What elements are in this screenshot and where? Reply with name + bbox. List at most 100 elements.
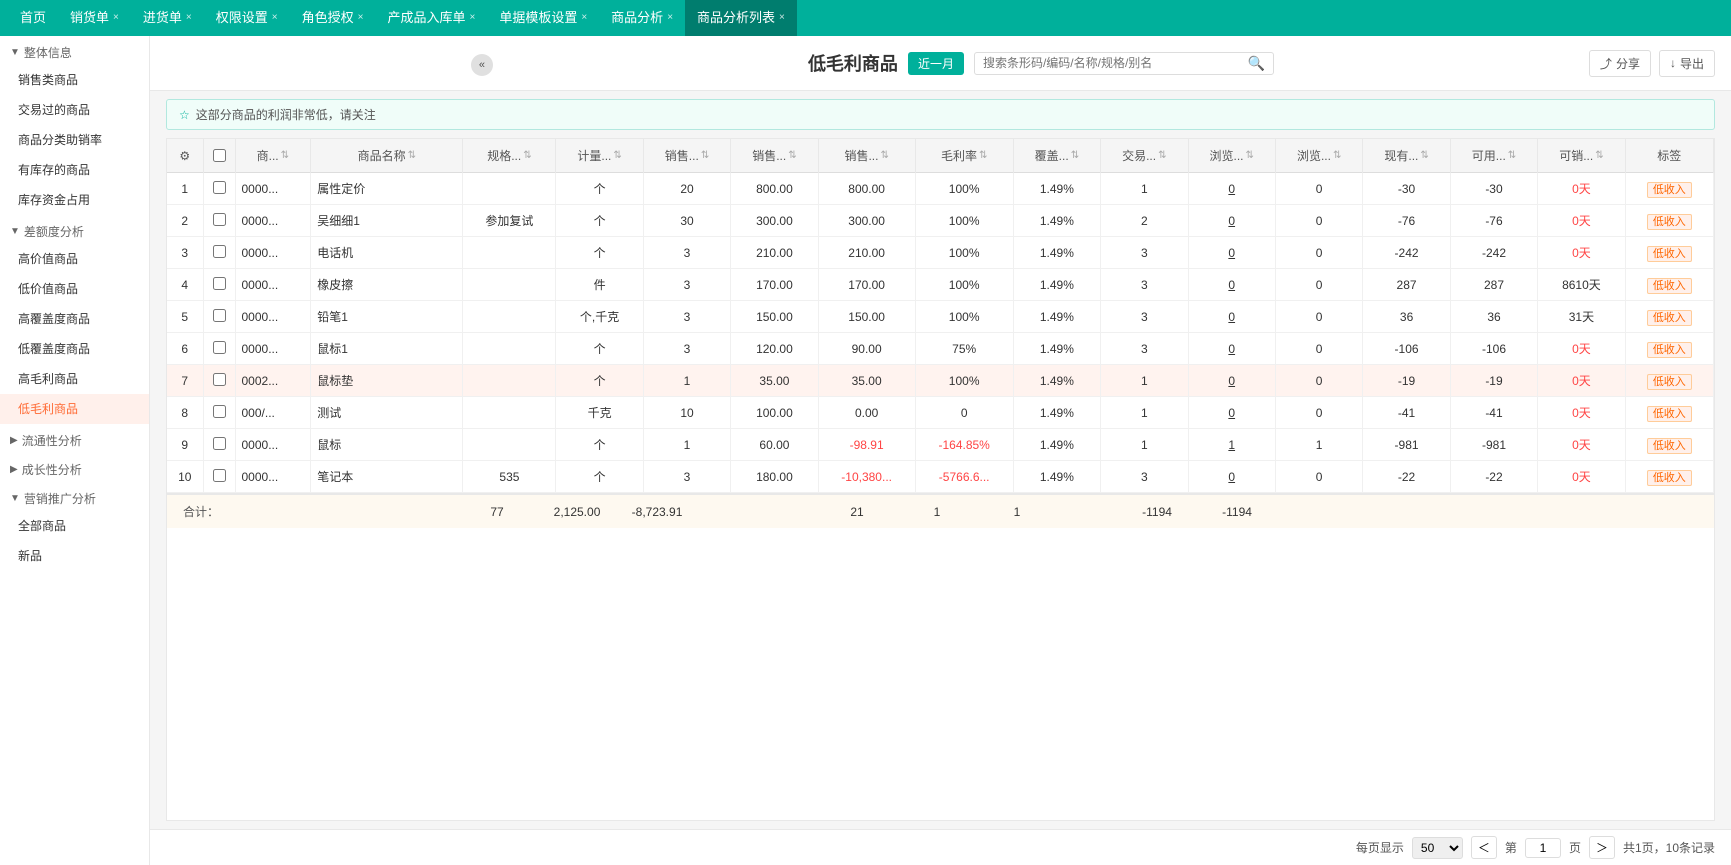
- search-input[interactable]: [983, 56, 1248, 70]
- close-purchase-icon[interactable]: ×: [186, 0, 192, 36]
- sidebar-group-growth[interactable]: ▶ 成长性分析: [0, 453, 149, 482]
- sort-code-icon[interactable]: ⇅: [281, 150, 289, 161]
- col-saleable[interactable]: 可销...⇅: [1538, 139, 1625, 173]
- cell-checkbox[interactable]: [203, 301, 235, 333]
- cell-view1[interactable]: 0: [1188, 333, 1275, 365]
- col-trade[interactable]: 交易...⇅: [1101, 139, 1188, 173]
- cell-view1[interactable]: 0: [1188, 205, 1275, 237]
- cell-checkbox[interactable]: [203, 205, 235, 237]
- col-name[interactable]: 商品名称⇅: [311, 139, 463, 173]
- nav-item-analysis[interactable]: 商品分析 ×: [599, 0, 685, 36]
- sidebar-item-capital[interactable]: 库存资金占用: [0, 185, 149, 215]
- sidebar-group-flow[interactable]: ▶ 流通性分析: [0, 424, 149, 453]
- col-stock[interactable]: 现有...⇅: [1363, 139, 1450, 173]
- cell-view1[interactable]: 1: [1188, 429, 1275, 461]
- next-page-button[interactable]: ＞: [1589, 836, 1615, 859]
- sort-sales-price-icon[interactable]: ⇅: [788, 150, 796, 161]
- share-button[interactable]: ⤴ 分享: [1589, 50, 1651, 77]
- cell-checkbox[interactable]: [203, 429, 235, 461]
- close-role-icon[interactable]: ×: [358, 0, 364, 36]
- sidebar-item-low-coverage[interactable]: 低覆盖度商品: [0, 334, 149, 364]
- cell-view1[interactable]: 0: [1188, 269, 1275, 301]
- close-template-icon[interactable]: ×: [581, 0, 587, 36]
- sidebar-item-new-goods[interactable]: 新品: [0, 541, 149, 571]
- col-coverage[interactable]: 覆盖...⇅: [1013, 139, 1100, 173]
- cell-view1[interactable]: 0: [1188, 237, 1275, 269]
- data-table-container[interactable]: ⚙ 商...⇅ 商品名称⇅ 规格...⇅: [166, 138, 1715, 821]
- col-settings[interactable]: ⚙: [167, 139, 203, 173]
- sidebar-item-sales-goods[interactable]: 销售类商品: [0, 65, 149, 95]
- sidebar-item-traded-goods[interactable]: 交易过的商品: [0, 95, 149, 125]
- cell-view1[interactable]: 0: [1188, 397, 1275, 429]
- close-sales-icon[interactable]: ×: [113, 0, 119, 36]
- col-spec[interactable]: 规格...⇅: [463, 139, 556, 173]
- sort-view1-icon[interactable]: ⇅: [1246, 150, 1254, 161]
- close-product-icon[interactable]: ×: [469, 0, 475, 36]
- close-permission-icon[interactable]: ×: [272, 0, 278, 36]
- col-code[interactable]: 商...⇅: [235, 139, 311, 173]
- sidebar-item-category-rate[interactable]: 商品分类助销率: [0, 125, 149, 155]
- prev-page-button[interactable]: ＜: [1471, 836, 1497, 859]
- sidebar-item-high-margin[interactable]: 高毛利商品: [0, 364, 149, 394]
- sort-stock-icon[interactable]: ⇅: [1420, 150, 1428, 161]
- sidebar-item-all-goods[interactable]: 全部商品: [0, 511, 149, 541]
- nav-item-product[interactable]: 产成品入库单 ×: [375, 0, 487, 36]
- close-analysis-icon[interactable]: ×: [667, 0, 673, 36]
- sort-saleable-icon[interactable]: ⇅: [1595, 150, 1603, 161]
- cell-checkbox[interactable]: [203, 461, 235, 493]
- col-tag[interactable]: 标签: [1625, 139, 1713, 173]
- nav-item-role[interactable]: 角色授权 ×: [290, 0, 376, 36]
- export-button[interactable]: ↓ 导出: [1659, 50, 1715, 77]
- sort-sales-qty-icon[interactable]: ⇅: [701, 150, 709, 161]
- cell-spec: 参加复试: [463, 205, 556, 237]
- sort-trade-icon[interactable]: ⇅: [1158, 150, 1166, 161]
- cell-view1[interactable]: 0: [1188, 301, 1275, 333]
- sort-name-icon[interactable]: ⇅: [408, 150, 416, 161]
- page-size-select[interactable]: 50 100 200: [1412, 837, 1463, 859]
- nav-item-template[interactable]: 单据模板设置 ×: [487, 0, 599, 36]
- sort-spec-icon[interactable]: ⇅: [523, 150, 531, 161]
- col-sales-qty[interactable]: 销售...⇅: [643, 139, 730, 173]
- col-sales-amount[interactable]: 销售...⇅: [818, 139, 915, 173]
- sidebar-item-low-value[interactable]: 低价值商品: [0, 274, 149, 304]
- nav-item-analysis-list[interactable]: 商品分析列表 ×: [685, 0, 797, 36]
- sidebar-item-high-coverage[interactable]: 高覆盖度商品: [0, 304, 149, 334]
- col-gross-rate[interactable]: 毛利率⇅: [915, 139, 1013, 173]
- page-number-input[interactable]: [1525, 838, 1561, 858]
- nav-item-sales[interactable]: 销货单 ×: [58, 0, 131, 36]
- cell-checkbox[interactable]: [203, 269, 235, 301]
- nav-item-permission[interactable]: 权限设置 ×: [204, 0, 290, 36]
- col-available[interactable]: 可用...⇅: [1450, 139, 1537, 173]
- sidebar-collapse-btn[interactable]: «: [471, 54, 493, 76]
- cell-view1[interactable]: 0: [1188, 461, 1275, 493]
- col-view2[interactable]: 浏览...⇅: [1275, 139, 1362, 173]
- sidebar-item-high-value[interactable]: 高价值商品: [0, 244, 149, 274]
- sort-available-icon[interactable]: ⇅: [1508, 150, 1516, 161]
- sort-gross-icon[interactable]: ⇅: [979, 150, 987, 161]
- sort-sales-amount-icon[interactable]: ⇅: [880, 150, 888, 161]
- col-sales-price[interactable]: 销售...⇅: [731, 139, 818, 173]
- cell-checkbox[interactable]: [203, 173, 235, 205]
- close-analysis-list-icon[interactable]: ×: [779, 0, 785, 36]
- sidebar-group-diff[interactable]: ▼ 差额度分析: [0, 215, 149, 244]
- select-all-checkbox[interactable]: [213, 149, 226, 162]
- sort-view2-icon[interactable]: ⇅: [1333, 150, 1341, 161]
- nav-item-home[interactable]: 首页: [8, 0, 58, 36]
- sidebar-item-low-margin[interactable]: 低毛利商品: [0, 394, 149, 424]
- sidebar-item-in-stock[interactable]: 有库存的商品: [0, 155, 149, 185]
- col-view1[interactable]: 浏览...⇅: [1188, 139, 1275, 173]
- cell-checkbox[interactable]: [203, 397, 235, 429]
- sort-unit-icon[interactable]: ⇅: [613, 150, 621, 161]
- nav-item-purchase[interactable]: 进货单 ×: [131, 0, 204, 36]
- cell-view1[interactable]: 0: [1188, 365, 1275, 397]
- cell-checkbox[interactable]: [203, 365, 235, 397]
- sort-coverage-icon[interactable]: ⇅: [1071, 150, 1079, 161]
- sidebar-group-marketing[interactable]: ▼ 营销推广分析: [0, 482, 149, 511]
- sidebar-group-overall[interactable]: ▼ 整体信息: [0, 36, 149, 65]
- col-unit[interactable]: 计量...⇅: [556, 139, 643, 173]
- cell-view1[interactable]: 0: [1188, 173, 1275, 205]
- date-filter-button[interactable]: 近一月: [908, 52, 964, 75]
- cell-checkbox[interactable]: [203, 333, 235, 365]
- cell-checkbox[interactable]: [203, 237, 235, 269]
- settings-icon[interactable]: ⚙: [179, 149, 190, 163]
